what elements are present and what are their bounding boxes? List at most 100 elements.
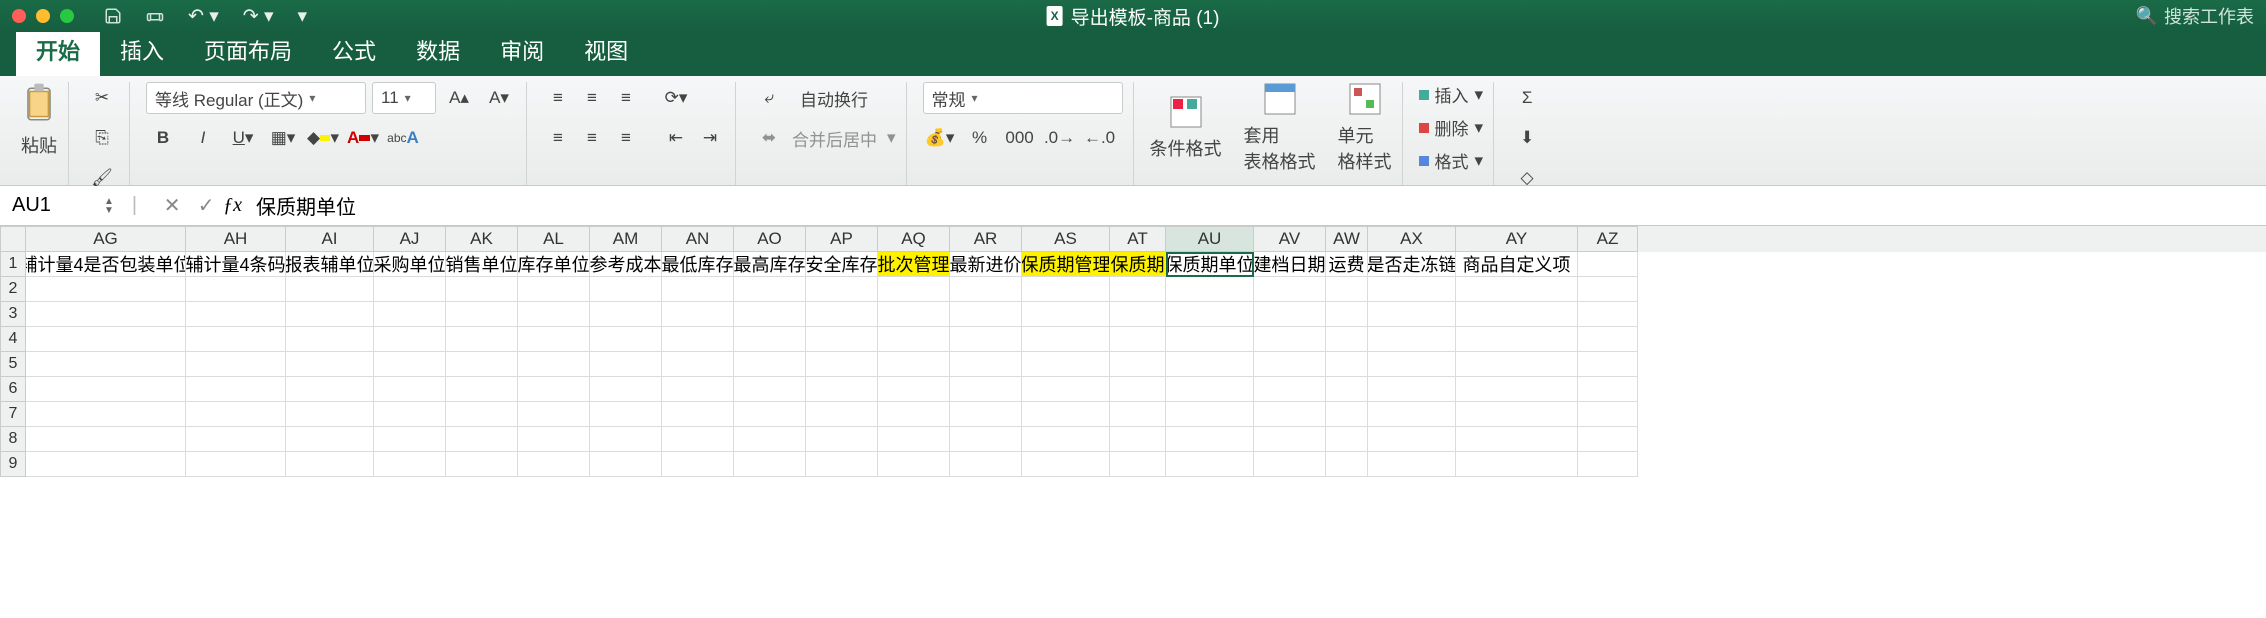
cell-AZ3[interactable] [1578, 302, 1638, 327]
phonetic-button[interactable]: abcA [386, 122, 420, 154]
cell-AU1[interactable]: 保质期单位 [1166, 252, 1254, 277]
cell-AR3[interactable] [950, 302, 1022, 327]
cell-AT9[interactable] [1110, 452, 1166, 477]
cell-AW7[interactable] [1326, 402, 1368, 427]
italic-button[interactable]: I [186, 122, 220, 154]
cell-AV2[interactable] [1254, 277, 1326, 302]
cell-AQ4[interactable] [878, 327, 950, 352]
cell-AS9[interactable] [1022, 452, 1110, 477]
cell-AZ4[interactable] [1578, 327, 1638, 352]
cell-AL2[interactable] [518, 277, 590, 302]
cell-AI8[interactable] [286, 427, 374, 452]
cell-AK5[interactable] [446, 352, 518, 377]
cell-AL4[interactable] [518, 327, 590, 352]
row-header-7[interactable]: 7 [0, 402, 26, 427]
cell-AY6[interactable] [1456, 377, 1578, 402]
cell-AN7[interactable] [662, 402, 734, 427]
cell-AY8[interactable] [1456, 427, 1578, 452]
cell-AR1[interactable]: 最新进价 [950, 252, 1022, 277]
cell-AW6[interactable] [1326, 377, 1368, 402]
cell-AL3[interactable] [518, 302, 590, 327]
cell-AM6[interactable] [590, 377, 662, 402]
cell-AU6[interactable] [1166, 377, 1254, 402]
cell-AM9[interactable] [590, 452, 662, 477]
cell-AM4[interactable] [590, 327, 662, 352]
cell-AR2[interactable] [950, 277, 1022, 302]
cell-AJ9[interactable] [374, 452, 446, 477]
cell-AN3[interactable] [662, 302, 734, 327]
cell-AW9[interactable] [1326, 452, 1368, 477]
column-header-AX[interactable]: AX [1368, 226, 1456, 252]
cell-AI4[interactable] [286, 327, 374, 352]
copy-button[interactable]: ⎘ [85, 122, 119, 154]
column-header-AU[interactable]: AU [1166, 226, 1254, 252]
cell-AZ2[interactable] [1578, 277, 1638, 302]
cell-AQ7[interactable] [878, 402, 950, 427]
cell-AY1[interactable]: 商品自定义项 [1456, 252, 1578, 277]
cell-AP5[interactable] [806, 352, 878, 377]
increase-indent-button[interactable]: ⇥ [695, 122, 725, 154]
cell-AL6[interactable] [518, 377, 590, 402]
cell-AO9[interactable] [734, 452, 806, 477]
select-all-corner[interactable] [0, 226, 26, 252]
column-header-AR[interactable]: AR [950, 226, 1022, 252]
cell-AQ1[interactable]: 批次管理 [878, 252, 950, 277]
cell-AH5[interactable] [186, 352, 286, 377]
cell-AJ6[interactable] [374, 377, 446, 402]
cell-styles-button[interactable]: 单元 格样式 [1338, 82, 1392, 174]
cell-AU4[interactable] [1166, 327, 1254, 352]
cell-AP9[interactable] [806, 452, 878, 477]
cell-AI5[interactable] [286, 352, 374, 377]
cell-AT1[interactable]: 保质期 [1110, 252, 1166, 277]
save-icon[interactable] [104, 7, 122, 25]
align-center-button[interactable]: ≡ [577, 122, 607, 154]
cell-AG2[interactable] [26, 277, 186, 302]
cell-AR8[interactable] [950, 427, 1022, 452]
cell-AT4[interactable] [1110, 327, 1166, 352]
cell-AX2[interactable] [1368, 277, 1456, 302]
cell-AS2[interactable] [1022, 277, 1110, 302]
cell-AT7[interactable] [1110, 402, 1166, 427]
cell-AG1[interactable]: 辅计量4是否包装单位 [26, 252, 186, 277]
name-box-down[interactable]: ▼ [104, 206, 114, 215]
column-header-AO[interactable]: AO [734, 226, 806, 252]
cell-AM8[interactable] [590, 427, 662, 452]
cell-AM3[interactable] [590, 302, 662, 327]
column-header-AV[interactable]: AV [1254, 226, 1326, 252]
cell-AP4[interactable] [806, 327, 878, 352]
merge-cells-button[interactable]: 合并后居中 [792, 126, 877, 151]
cell-AI7[interactable] [286, 402, 374, 427]
cell-AU2[interactable] [1166, 277, 1254, 302]
redo-icon[interactable]: ↷ ▾ [243, 5, 274, 28]
cell-AY7[interactable] [1456, 402, 1578, 427]
row-header-3[interactable]: 3 [0, 302, 26, 327]
cell-AM1[interactable]: 参考成本 [590, 252, 662, 277]
cell-AU8[interactable] [1166, 427, 1254, 452]
cell-AU5[interactable] [1166, 352, 1254, 377]
cell-AS5[interactable] [1022, 352, 1110, 377]
cell-AX6[interactable] [1368, 377, 1456, 402]
underline-button[interactable]: U▾ [226, 122, 260, 154]
align-bottom-button[interactable]: ≡ [611, 82, 641, 114]
row-header-6[interactable]: 6 [0, 377, 26, 402]
cell-AG4[interactable] [26, 327, 186, 352]
cell-AV4[interactable] [1254, 327, 1326, 352]
column-header-AH[interactable]: AH [186, 226, 286, 252]
column-header-AZ[interactable]: AZ [1578, 226, 1638, 252]
cell-AX3[interactable] [1368, 302, 1456, 327]
cell-AG8[interactable] [26, 427, 186, 452]
cell-AM5[interactable] [590, 352, 662, 377]
cell-AH9[interactable] [186, 452, 286, 477]
name-box[interactable] [8, 190, 100, 222]
row-header-5[interactable]: 5 [0, 352, 26, 377]
cell-AW2[interactable] [1326, 277, 1368, 302]
cell-AZ6[interactable] [1578, 377, 1638, 402]
cell-AH6[interactable] [186, 377, 286, 402]
cell-AV8[interactable] [1254, 427, 1326, 452]
decrease-font-button[interactable]: A▾ [482, 82, 516, 114]
minimize-window-button[interactable] [36, 9, 50, 23]
cell-AK9[interactable] [446, 452, 518, 477]
cell-AP1[interactable]: 安全库存 [806, 252, 878, 277]
cell-AJ2[interactable] [374, 277, 446, 302]
column-header-AN[interactable]: AN [662, 226, 734, 252]
